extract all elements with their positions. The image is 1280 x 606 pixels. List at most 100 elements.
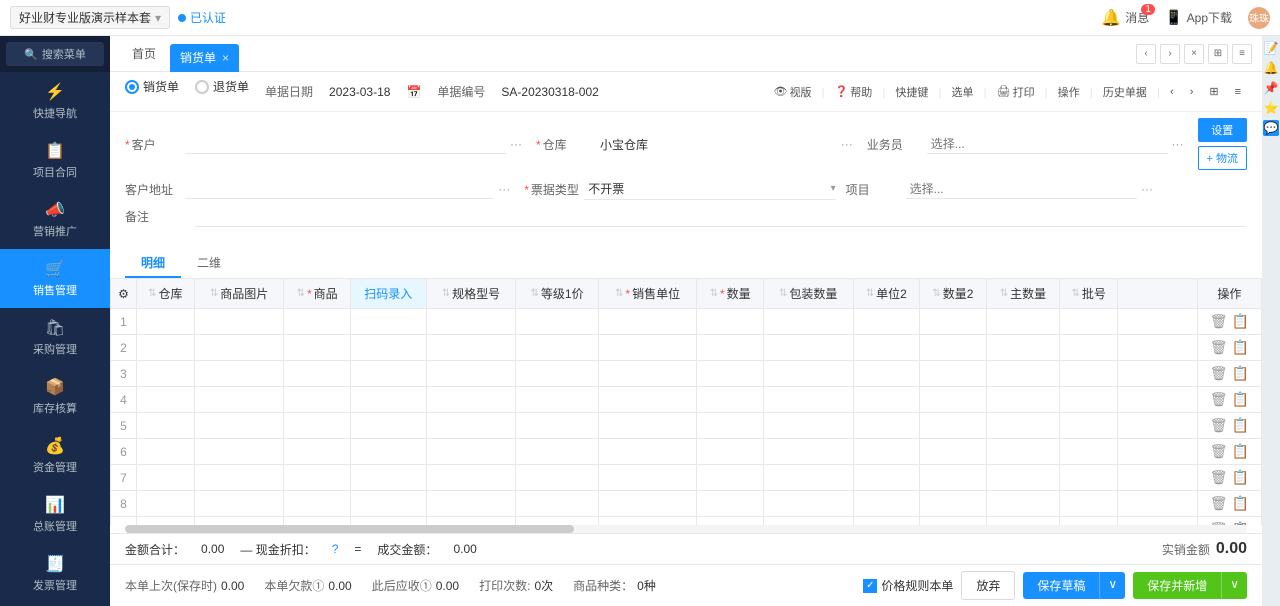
sidebar-item-quick-nav[interactable]: ⚡ 快捷导航 (0, 72, 110, 131)
data-cell[interactable] (1060, 309, 1118, 335)
price-rule-checkbox[interactable]: ✓ (863, 579, 877, 593)
warehouse-more-icon[interactable]: ··· (837, 137, 857, 151)
data-cell[interactable] (350, 413, 426, 439)
data-cell[interactable] (853, 491, 920, 517)
data-cell[interactable] (697, 361, 764, 387)
data-cell[interactable] (426, 361, 516, 387)
delete-icon[interactable]: 🗑 (1210, 391, 1228, 408)
radio-return[interactable]: 退货单 (195, 78, 249, 95)
horizontal-scrollbar[interactable] (125, 525, 1247, 533)
table-row[interactable]: 7🗑📋 (111, 465, 1262, 491)
data-cell[interactable] (697, 309, 764, 335)
right-panel-icon-3[interactable]: 📌 (1263, 80, 1279, 96)
right-panel-icon-1[interactable]: 📝 (1263, 40, 1279, 56)
data-cell[interactable] (137, 309, 195, 335)
data-cell[interactable] (763, 335, 853, 361)
data-cell[interactable] (516, 361, 599, 387)
data-cell[interactable] (853, 335, 920, 361)
data-cell[interactable] (598, 361, 696, 387)
data-cell[interactable] (284, 465, 351, 491)
data-cell[interactable] (986, 387, 1060, 413)
data-cell[interactable] (137, 491, 195, 517)
data-cell[interactable] (1060, 491, 1118, 517)
data-cell[interactable] (516, 491, 599, 517)
delete-icon[interactable]: 🗑 (1210, 495, 1228, 512)
data-cell[interactable] (598, 439, 696, 465)
data-cell[interactable] (284, 491, 351, 517)
table-row[interactable]: 3🗑📋 (111, 361, 1262, 387)
sidebar-item-invoice[interactable]: 🧾 发票管理 (0, 544, 110, 603)
shortcuts-btn[interactable]: 快捷键 (889, 82, 934, 102)
data-cell[interactable] (920, 335, 987, 361)
tab-mingxi[interactable]: 明细 (125, 249, 181, 278)
sidebar-item-project-contract[interactable]: 📋 项目合同 (0, 131, 110, 190)
data-cell[interactable] (137, 413, 195, 439)
data-cell[interactable] (986, 335, 1060, 361)
data-cell[interactable] (426, 413, 516, 439)
data-cell[interactable] (697, 439, 764, 465)
salesrep-input[interactable] (927, 135, 1168, 154)
data-cell[interactable] (1118, 465, 1198, 491)
table-row[interactable]: 1🗑📋 (111, 309, 1262, 335)
data-cell[interactable] (350, 335, 426, 361)
right-panel-icon-5[interactable]: 💬 (1263, 120, 1279, 136)
data-cell[interactable] (763, 439, 853, 465)
data-cell[interactable] (350, 387, 426, 413)
data-cell[interactable] (426, 517, 516, 526)
data-cell[interactable] (284, 517, 351, 526)
data-cell[interactable] (1118, 491, 1198, 517)
data-cell[interactable] (1118, 361, 1198, 387)
discount-help-icon[interactable]: ? (332, 542, 339, 556)
data-cell[interactable] (426, 465, 516, 491)
data-cell[interactable] (598, 413, 696, 439)
data-cell[interactable] (697, 517, 764, 526)
data-cell[interactable] (1060, 335, 1118, 361)
tab-erwei[interactable]: 二维 (181, 249, 237, 278)
data-cell[interactable] (194, 439, 284, 465)
data-cell[interactable] (350, 309, 426, 335)
data-cell[interactable] (516, 335, 599, 361)
data-cell[interactable] (516, 387, 599, 413)
help-btn[interactable]: ❓ 帮助 (829, 82, 879, 102)
data-cell[interactable] (350, 465, 426, 491)
sidebar-item-inventory[interactable]: 📦 库存核算 (0, 367, 110, 426)
data-cell[interactable] (853, 309, 920, 335)
delete-icon[interactable]: 🗑 (1210, 469, 1228, 486)
data-cell[interactable] (1118, 517, 1198, 526)
history-btn[interactable]: 历史单据 (1097, 82, 1153, 102)
data-cell[interactable] (1118, 335, 1198, 361)
data-cell[interactable] (920, 361, 987, 387)
grid-view-btn[interactable]: ⊞ (1203, 83, 1224, 100)
data-cell[interactable] (194, 361, 284, 387)
data-cell[interactable] (598, 309, 696, 335)
data-cell[interactable] (284, 309, 351, 335)
data-cell[interactable] (598, 517, 696, 526)
data-cell[interactable] (1060, 465, 1118, 491)
tab-next-button[interactable]: › (1160, 44, 1180, 64)
sidebar-item-sales[interactable]: 🛒 销售管理 (0, 249, 110, 308)
delete-icon[interactable]: 🗑 (1210, 313, 1228, 330)
table-row[interactable]: 8🗑📋 (111, 491, 1262, 517)
data-cell[interactable] (194, 335, 284, 361)
data-cell[interactable] (697, 465, 764, 491)
table-row[interactable]: 5🗑📋 (111, 413, 1262, 439)
copy-icon[interactable]: 📋 (1232, 495, 1249, 512)
data-cell[interactable] (137, 465, 195, 491)
data-cell[interactable] (853, 465, 920, 491)
data-cell[interactable] (284, 413, 351, 439)
notification-button[interactable]: 🔔 1 消息 (1101, 8, 1149, 28)
data-cell[interactable] (853, 361, 920, 387)
copy-icon[interactable]: 📋 (1232, 391, 1249, 408)
customer-input[interactable] (185, 135, 506, 154)
data-cell[interactable] (763, 465, 853, 491)
data-cell[interactable] (516, 517, 599, 526)
data-cell[interactable] (137, 517, 195, 526)
delete-icon[interactable]: 🗑 (1210, 417, 1228, 434)
copy-icon[interactable]: 📋 (1232, 313, 1249, 330)
copy-icon[interactable]: 📋 (1232, 443, 1249, 460)
search-menu-button[interactable]: 🔍 搜索菜单 (6, 42, 104, 66)
data-cell[interactable] (194, 309, 284, 335)
table-row[interactable]: 2🗑📋 (111, 335, 1262, 361)
data-cell[interactable] (598, 491, 696, 517)
nav-next-btn[interactable]: › (1184, 84, 1200, 100)
